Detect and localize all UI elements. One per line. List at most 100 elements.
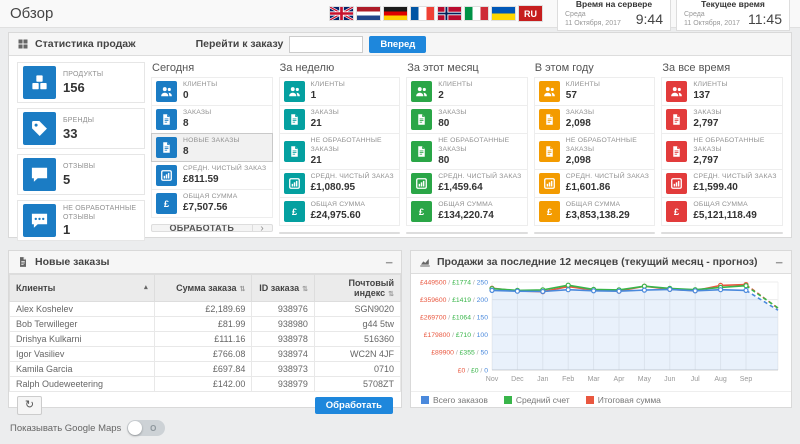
orders-icon [538, 109, 560, 130]
stat-text: СРЕДН. ЧИСТЫЙ ЗАКАЗ £1,459.64 [438, 173, 521, 193]
stat-unprocessed-orders[interactable]: НЕ ОБРАБОТАННЫЕ ЗАКАЗЫ 2,797 [661, 133, 783, 171]
period-action-button[interactable]: ПРОСМОТРЕТЬ› [406, 232, 528, 235]
collapse-icon[interactable]: − [775, 256, 783, 269]
flag-nl[interactable] [357, 7, 380, 20]
goto-order-button[interactable]: Вперед [369, 35, 427, 53]
svg-text:Nov: Nov [486, 376, 499, 383]
period-action-button[interactable]: ПРОСМОТРЕТЬ› [661, 232, 783, 235]
period-column-4: За все время КЛИЕНТЫ 137 ЗАКАЗЫ 2,797 НЕ ОБРА… [661, 62, 783, 235]
legend-item: Итоговая сумма [585, 395, 661, 405]
google-maps-toggle[interactable]: O [127, 420, 166, 436]
stat-avg-order[interactable]: СРЕДН. ЧИСТЫЙ ЗАКАЗ £811.59 [151, 161, 273, 190]
stat-total-sum[interactable]: £ ОБЩАЯ СУММА £5,121,118.49 [661, 197, 783, 227]
unprocessed-orders-icon [411, 141, 433, 163]
stat-label: ОБЩАЯ СУММА [183, 193, 238, 201]
process-orders-button[interactable]: Обработать [314, 397, 393, 414]
svg-text:£: £ [674, 207, 680, 218]
stat-orders[interactable]: ЗАКАЗЫ 2,797 [661, 105, 783, 134]
flag-de[interactable] [384, 7, 407, 20]
stat-customers[interactable]: КЛИЕНТЫ 0 [151, 77, 273, 106]
period-action-button[interactable]: ПРОСМОТРЕТЬ› [278, 232, 401, 235]
stat-label: ЗАКАЗЫ [565, 109, 595, 117]
chevron-right-icon: › [251, 225, 272, 231]
orders-file-icon [17, 256, 29, 268]
column-header-1[interactable]: Сумма заказа ⇅ [153, 274, 253, 302]
order-postcode: g44 5tw [313, 316, 402, 332]
period-action-label: ПРОСМОТРЕТЬ [407, 232, 507, 234]
column-header-label: ID заказа [259, 283, 300, 293]
svg-text:£89900 / £355 / 50: £89900 / £355 / 50 [431, 350, 488, 357]
total-brands[interactable]: БРЕНДЫ 33 [17, 108, 145, 149]
stat-value: 5 [63, 171, 71, 187]
flag-en-gb[interactable] [330, 7, 353, 20]
stat-label: ОБЩАЯ СУММА [438, 201, 493, 209]
total-sum-icon: £ [156, 193, 177, 214]
stat-label: КЛИЕНТЫ [565, 81, 601, 89]
top-right: RU Время на сервере Среда 11 Октября, 20… [330, 0, 790, 32]
column-header-2[interactable]: ID заказа ⇅ [251, 274, 315, 302]
stat-unprocessed-orders[interactable]: НЕ ОБРАБОТАННЫЕ ЗАКАЗЫ 80 [406, 133, 528, 171]
stat-customers[interactable]: КЛИЕНТЫ 1 [278, 77, 401, 106]
svg-text:£449500 / £1774 / 250: £449500 / £1774 / 250 [420, 279, 488, 286]
flag-it[interactable] [465, 7, 488, 20]
svg-text:Mar: Mar [588, 376, 601, 383]
stat-orders[interactable]: ЗАКАЗЫ 2,098 [533, 105, 656, 134]
new-orders-header: Новые заказы − [9, 251, 401, 274]
period-action-button[interactable]: ПРОСМОТРЕТЬ› [533, 232, 656, 235]
stat-label: ОБЩАЯ СУММА [693, 201, 748, 209]
goto-order-input[interactable] [289, 35, 364, 53]
stat-avg-order[interactable]: СРЕДН. ЧИСТЫЙ ЗАКАЗ £1,601.86 [533, 169, 656, 199]
stat-text: НОВЫЕ ЗАКАЗЫ 8 [183, 137, 240, 157]
stat-avg-order[interactable]: СРЕДН. ЧИСТЫЙ ЗАКАЗ £1,080.95 [278, 169, 401, 199]
stat-customers[interactable]: КЛИЕНТЫ 57 [533, 77, 656, 106]
flag-ru[interactable]: RU [519, 6, 542, 21]
stat-orders[interactable]: ЗАКАЗЫ 21 [278, 105, 401, 134]
stat-text: ОБЩАЯ СУММА £24,975.60 [311, 201, 366, 221]
stat-label: ЗАКАЗЫ [310, 109, 339, 117]
stats-grid-icon [17, 38, 29, 50]
stat-value: £134,220.74 [438, 210, 494, 222]
flag-no[interactable] [438, 7, 461, 20]
stat-avg-order[interactable]: СРЕДН. ЧИСТЫЙ ЗАКАЗ £1,459.64 [406, 169, 528, 199]
stat-orders[interactable]: ЗАКАЗЫ 8 [151, 105, 273, 134]
page-title: Обзор [10, 5, 54, 22]
orders-icon [666, 109, 688, 130]
stat-total-sum[interactable]: £ ОБЩАЯ СУММА £24,975.60 [278, 197, 401, 227]
stat-total-sum[interactable]: £ ОБЩАЯ СУММА £134,220.74 [406, 197, 528, 227]
stat-customers[interactable]: КЛИЕНТЫ 2 [406, 77, 528, 106]
order-id: 938976 [251, 301, 315, 317]
column-header-3[interactable]: Почтовый индекс ⇅ [313, 274, 402, 302]
collapse-icon[interactable]: − [385, 256, 393, 269]
refresh-icon[interactable]: ↻ [17, 396, 42, 415]
sales-chart-header: Продажи за последние 12 месяцев (текущий… [411, 251, 791, 274]
stat-unprocessed-orders[interactable]: НЕ ОБРАБОТАННЫЕ ЗАКАЗЫ 2,098 [533, 133, 656, 171]
order-id: 938979 [251, 376, 315, 392]
stat-text: НЕ ОБРАБОТАННЫЕ ЗАКАЗЫ 2,797 [693, 137, 778, 166]
brands-icon [23, 112, 56, 145]
stat-orders[interactable]: ЗАКАЗЫ 80 [406, 105, 528, 134]
stat-avg-order[interactable]: СРЕДН. ЧИСТЫЙ ЗАКАЗ £1,599.40 [661, 169, 783, 199]
stat-value: 0 [183, 90, 189, 102]
stat-customers[interactable]: КЛИЕНТЫ 137 [661, 77, 783, 106]
orders-footer: ↻ Обработать [9, 392, 401, 419]
order-row: Alex Koshelev £2,189.69 938976 SGN9020 [9, 301, 402, 317]
stat-unprocessed-orders[interactable]: НЕ ОБРАБОТАННЫЕ ЗАКАЗЫ 21 [278, 133, 401, 171]
stat-new-orders[interactable]: НОВЫЕ ЗАКАЗЫ 8 [151, 133, 273, 162]
total-sum-icon: £ [411, 201, 433, 223]
stat-label: НЕ ОБРАБОТАННЫЕ ЗАКАЗЫ [565, 137, 637, 153]
flag-fr[interactable] [411, 7, 434, 20]
total-products[interactable]: ПРОДУКТЫ 156 [17, 62, 145, 103]
flag-ua[interactable] [492, 7, 515, 20]
period-action-label: ПРОСМОТРЕТЬ [280, 232, 380, 234]
unprocessed-orders-icon [666, 141, 688, 163]
total-unprocessed-reviews[interactable]: НЕ ОБРАБОТАННЫЕ ОТЗЫВЫ 1 [17, 200, 145, 242]
customers-icon [538, 81, 560, 102]
total-reviews[interactable]: ОТЗЫВЫ 5 [17, 154, 145, 195]
total-text: НЕ ОБРАБОТАННЫЕ ОТЗЫВЫ 1 [63, 204, 139, 237]
current-time-value: 11:45 [748, 11, 782, 27]
period-action-button[interactable]: ОБРАБОТАТЬ › [151, 224, 273, 232]
stat-total-sum[interactable]: £ ОБЩАЯ СУММА £7,507.56 [151, 189, 273, 218]
column-header-0[interactable]: Клиенты ▴ [9, 274, 155, 302]
stat-total-sum[interactable]: £ ОБЩАЯ СУММА £3,853,138.29 [533, 197, 656, 227]
stat-label: ЗАКАЗЫ [183, 109, 212, 117]
